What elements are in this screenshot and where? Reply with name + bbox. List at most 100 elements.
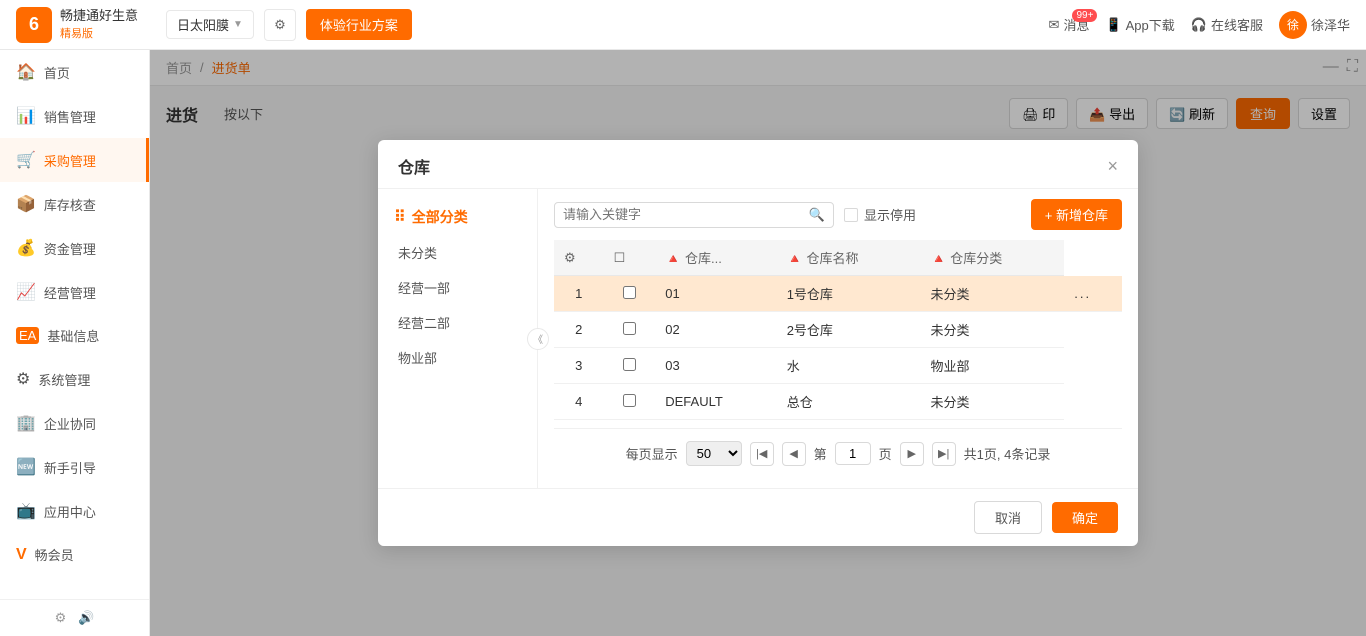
search-icon[interactable]: 🔍 (809, 207, 825, 223)
sidebar-item-purchase[interactable]: 🛒 采购管理 (0, 138, 149, 182)
sidebar-item-enterprise[interactable]: 🏢 企业协同 (0, 401, 149, 445)
table-row[interactable]: 1 01 1号仓库 未分类 ... (554, 276, 1122, 312)
logo-icon: 6 (16, 7, 52, 43)
store-selector[interactable]: 日太阳膜 ▼ (166, 10, 254, 39)
purchase-icon: 🛒 (16, 150, 36, 170)
category-panel: ⠿ 全部分类 未分类 经营一部 经营二部 物业部 《 (378, 189, 538, 488)
per-page-select[interactable]: 50 20 100 (686, 441, 742, 466)
logo-area: 6 畅捷通好生意 精易版 (16, 7, 166, 43)
row-num: 2 (554, 312, 604, 348)
app-download-label: App下载 (1126, 15, 1175, 34)
avatar-initial: 徐 (1287, 16, 1299, 33)
sidebar-label-apps: 应用中心 (44, 502, 96, 521)
warehouse-table: ⚙ ☐ 🔺 仓库... 🔺 仓库名称 🔺 仓库分类 1 01 1号仓库 (554, 240, 1122, 420)
col-settings: ⚙ (554, 240, 604, 276)
sidebar-label-enterprise: 企业协同 (44, 414, 96, 433)
trial-button[interactable]: 体验行业方案 (306, 9, 412, 40)
prev-page-button[interactable]: ◀ (782, 442, 806, 466)
user-profile[interactable]: 徐 徐泽华 (1279, 11, 1350, 39)
first-page-button[interactable]: |◀ (750, 442, 774, 466)
all-category-label: 全部分类 (412, 207, 468, 227)
message-button[interactable]: ✉ 消息 99+ (1049, 15, 1090, 34)
all-category-button[interactable]: ⠿ 全部分类 (378, 199, 537, 235)
category-operations-1[interactable]: 经营一部 (378, 270, 537, 305)
sidebar-item-inventory[interactable]: 📦 库存核查 (0, 182, 149, 226)
table-row[interactable]: 2 02 2号仓库 未分类 (554, 312, 1122, 348)
row-num: 3 (554, 348, 604, 384)
search-input[interactable] (563, 207, 809, 222)
enterprise-icon: 🏢 (16, 413, 36, 433)
sidebar-item-guide[interactable]: 🆕 新手引导 (0, 445, 149, 489)
row-checkbox[interactable] (604, 312, 656, 348)
col-category-header: 🔺 仓库分类 (920, 240, 1064, 276)
main-layout: 🏠 首页 📊 销售管理 🛒 采购管理 📦 库存核查 💰 资金管理 📈 经营管理 … (0, 50, 1366, 636)
header-right: ✉ 消息 99+ 📱 App下载 🎧 在线客服 徐 徐泽华 (1049, 11, 1350, 39)
sidebar-label-purchase: 采购管理 (44, 151, 96, 170)
online-service-button[interactable]: 🎧 在线客服 (1191, 15, 1263, 34)
collapse-button[interactable]: 《 (527, 328, 549, 350)
row-code: 03 (655, 348, 776, 384)
operation-icon: 📈 (16, 282, 36, 302)
sales-icon: 📊 (16, 106, 36, 126)
sidebar-label-operation: 经营管理 (44, 283, 96, 302)
show-disabled-label[interactable]: 显示停用 (844, 205, 916, 224)
row-category: 未分类 (920, 276, 1064, 312)
row-actions[interactable]: ... (1064, 276, 1122, 312)
app-download-button[interactable]: 📱 App下载 (1105, 15, 1174, 34)
sidebar-label-system: 系统管理 (38, 370, 90, 389)
row-code: 01 (655, 276, 776, 312)
cancel-button[interactable]: 取消 (974, 501, 1042, 534)
inventory-icon: 📦 (16, 194, 36, 214)
category-operations-2[interactable]: 经营二部 (378, 305, 537, 340)
sidebar-item-home[interactable]: 🏠 首页 (0, 50, 149, 94)
home-icon: 🏠 (16, 62, 36, 82)
sidebar: 🏠 首页 📊 销售管理 🛒 采购管理 📦 库存核查 💰 资金管理 📈 经营管理 … (0, 50, 150, 636)
row-name: 2号仓库 (777, 312, 921, 348)
sidebar-item-finance[interactable]: 💰 资金管理 (0, 226, 149, 270)
search-input-wrap: 🔍 (554, 202, 834, 228)
sidebar-item-member[interactable]: V 畅会员 (0, 533, 149, 576)
table-row[interactable]: 4 DEFAULT 总仓 未分类 (554, 384, 1122, 420)
confirm-button[interactable]: 确定 (1052, 502, 1118, 533)
sidebar-item-info[interactable]: EA 基础信息 (0, 314, 149, 357)
table-row[interactable]: 3 03 水 物业部 (554, 348, 1122, 384)
sidebar-label-home: 首页 (44, 63, 70, 82)
add-warehouse-button[interactable]: + 新增仓库 (1031, 199, 1122, 230)
show-disabled-text: 显示停用 (864, 205, 916, 224)
row-checkbox[interactable] (604, 384, 656, 420)
row-checkbox[interactable] (604, 276, 656, 312)
finance-icon: 💰 (16, 238, 36, 258)
sidebar-item-operation[interactable]: 📈 经营管理 (0, 270, 149, 314)
sidebar-item-apps[interactable]: 📺 应用中心 (0, 489, 149, 533)
row-name: 总仓 (777, 384, 921, 420)
row-num: 1 (554, 276, 604, 312)
page-summary: 共1页, 4条记录 (964, 444, 1051, 463)
row-category: 未分类 (920, 312, 1064, 348)
guide-icon: 🆕 (16, 457, 36, 477)
sidebar-item-sales[interactable]: 📊 销售管理 (0, 94, 149, 138)
grid-icon: ⠿ (394, 207, 406, 227)
gear-button[interactable]: ⚙ (264, 9, 296, 41)
chevron-down-icon: ▼ (233, 19, 243, 30)
settings-icon[interactable]: ⚙ (55, 610, 67, 626)
store-name: 日太阳膜 (177, 15, 229, 34)
modal-close-button[interactable]: × (1107, 156, 1118, 177)
modal-body: ⠿ 全部分类 未分类 经营一部 经营二部 物业部 《 (378, 189, 1138, 488)
warehouse-modal: 仓库 × ⠿ 全部分类 未分类 经营一部 经营二部 物业部 (378, 140, 1138, 546)
modal-title: 仓库 (398, 154, 430, 178)
sidebar-item-system[interactable]: ⚙ 系统管理 (0, 357, 149, 401)
category-property[interactable]: 物业部 (378, 340, 537, 375)
row-num: 4 (554, 384, 604, 420)
show-disabled-checkbox[interactable] (844, 208, 858, 222)
online-service-label: 在线客服 (1211, 15, 1263, 34)
page-input[interactable] (835, 442, 871, 465)
header-center: 日太阳膜 ▼ ⚙ 体验行业方案 (166, 9, 1049, 41)
next-page-button[interactable]: ▶ (900, 442, 924, 466)
category-unclassified[interactable]: 未分类 (378, 235, 537, 270)
gear-icon: ⚙ (274, 17, 286, 33)
speaker-icon[interactable]: 🔊 (78, 610, 94, 626)
info-icon: EA (16, 327, 39, 344)
row-checkbox[interactable] (604, 348, 656, 384)
last-page-button[interactable]: ▶| (932, 442, 956, 466)
apps-icon: 📺 (16, 501, 36, 521)
